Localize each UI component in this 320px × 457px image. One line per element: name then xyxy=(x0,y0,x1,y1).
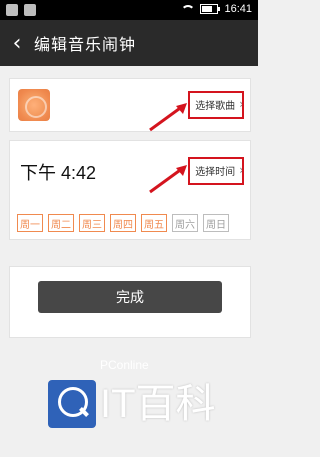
weekday-thu[interactable]: 周四 xyxy=(110,214,136,232)
red-arrow-icon xyxy=(149,103,187,132)
mail-icon xyxy=(24,4,36,16)
song-card: 选择歌曲 › xyxy=(9,78,251,132)
music-art-icon xyxy=(18,89,50,121)
chevron-left-icon: ‹ xyxy=(12,30,22,56)
status-bar: 16:41 xyxy=(0,0,258,20)
select-song-button[interactable]: 选择歌曲 › xyxy=(195,93,244,115)
watermark-brand: PConline xyxy=(100,358,149,372)
select-time-button[interactable]: 选择时间 › xyxy=(195,159,244,181)
status-left-icons xyxy=(6,4,36,16)
select-time-label: 选择时间 xyxy=(195,166,236,178)
weekday-sun[interactable]: 周日 xyxy=(203,214,229,232)
battery-icon xyxy=(200,4,221,14)
weekday-mon[interactable]: 周一 xyxy=(17,214,43,232)
time-card: 下午 4:42 选择时间 › 周一 周二 周三 周四 周五 周六 周日 xyxy=(9,140,251,240)
chevron-right-icon: › xyxy=(239,97,244,111)
select-song-label: 选择歌曲 xyxy=(195,100,236,112)
status-right-icons: 16:41 xyxy=(180,3,252,15)
wifi-icon xyxy=(180,4,196,14)
weekday-tue[interactable]: 周二 xyxy=(48,214,74,232)
page-title: 编辑音乐闹钟 xyxy=(34,35,137,54)
weekday-fri[interactable]: 周五 xyxy=(141,214,167,232)
watermark-logo-text: IT百科 xyxy=(100,382,216,426)
watermark: PConline IT百科 xyxy=(38,356,238,446)
alarm-time: 下午 4:42 xyxy=(20,163,97,183)
back-button[interactable]: ‹ xyxy=(0,20,34,66)
weekday-selector: 周一 周二 周三 周四 周五 周六 周日 xyxy=(17,214,229,232)
title-bar: ‹ 编辑音乐闹钟 xyxy=(0,20,258,66)
red-arrow-icon xyxy=(149,165,187,194)
weekday-wed[interactable]: 周三 xyxy=(79,214,105,232)
done-section: 完成 xyxy=(9,266,251,338)
status-time: 16:41 xyxy=(224,3,252,15)
chevron-right-icon: › xyxy=(239,163,244,177)
pconline-logo-icon xyxy=(48,380,96,428)
done-button[interactable]: 完成 xyxy=(38,281,222,313)
app-icon xyxy=(6,4,18,16)
weekday-sat[interactable]: 周六 xyxy=(172,214,198,232)
